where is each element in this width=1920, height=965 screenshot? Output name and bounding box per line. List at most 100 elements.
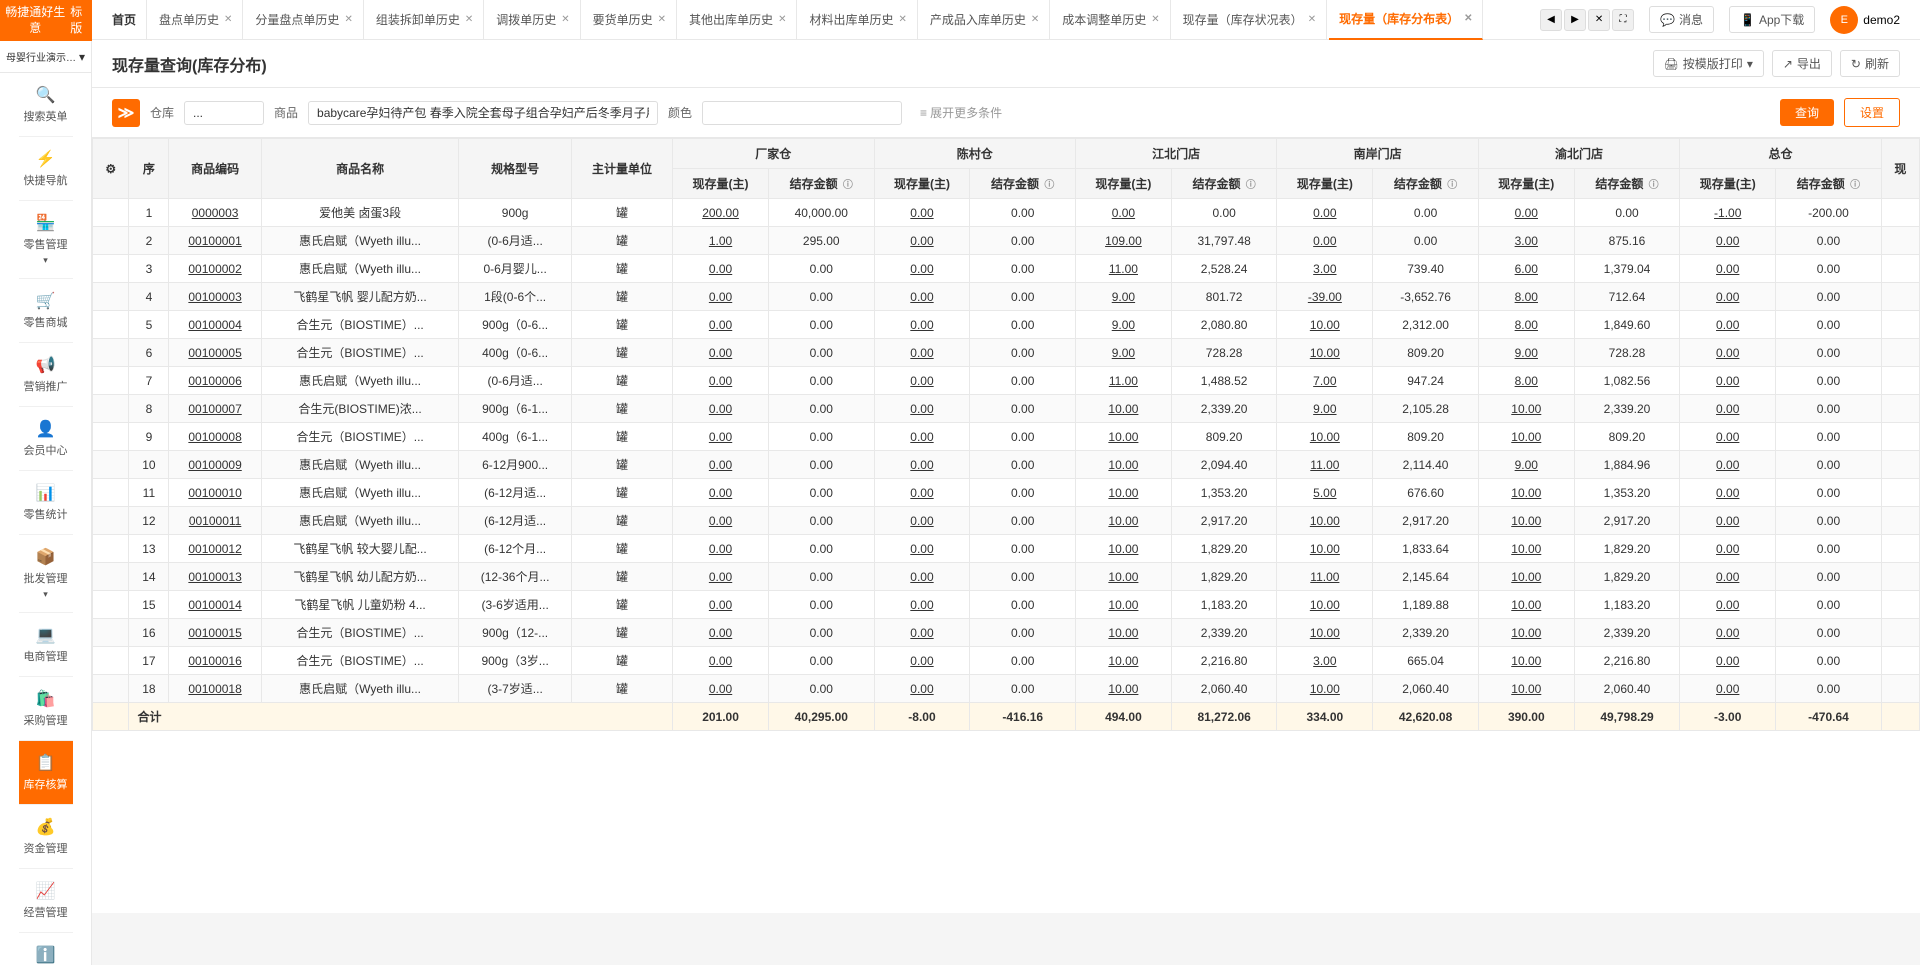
data-table: ⚙ 序 商品编码 商品名称 规格型号 主计量单位 厂家仓 陈村仓 江北门店 南岸…	[92, 138, 1920, 731]
close-tab-4-icon[interactable]: ✕	[561, 14, 569, 25]
yb-amt-header: 结存金额 ⓘ	[1574, 169, 1680, 199]
warehouse-zc-header: 总仓	[1680, 139, 1881, 169]
warehouse-yb-header: 渝北门店	[1478, 139, 1679, 169]
jb-amt-header: 结存金额 ⓘ	[1171, 169, 1277, 199]
close-tab-1-icon[interactable]: ✕	[224, 14, 232, 25]
sidebar-item-资金管理[interactable]: 💰资金管理	[19, 805, 73, 869]
query-btn[interactable]: 查询	[1780, 99, 1834, 126]
nav-tab-2[interactable]: 分量盘点单历史✕	[245, 0, 363, 40]
nav-tab-7[interactable]: 材料出库单历史✕	[799, 0, 917, 40]
nav-tab-0[interactable]: 首页	[102, 0, 147, 40]
nav-tab-6[interactable]: 其他出库单历史✕	[679, 0, 797, 40]
refresh-icon: ↻	[1851, 57, 1861, 71]
warehouse-jb-header: 江北门店	[1075, 139, 1276, 169]
close-tab-10-icon[interactable]: ✕	[1308, 14, 1316, 25]
sidebar-logo: 畅捷通好生意 标版	[0, 0, 92, 41]
sidebar-item-快捷导航[interactable]: ⚡快捷导航	[19, 137, 73, 201]
table-row: 17 00100016 合生元（BIOSTIME）... 900g（3岁... …	[93, 647, 1920, 675]
sidebar-item-经营管理[interactable]: 📈经营管理	[19, 869, 73, 933]
sidebar-item-采购管理[interactable]: 🛍️采购管理	[19, 677, 73, 741]
col-unit-header: 主计量单位	[571, 139, 672, 199]
table-row: 15 00100014 飞鹤星飞帆 儿童奶粉 4... (3-6岁适用... 罐…	[93, 591, 1920, 619]
nav-close-all[interactable]: ✕	[1588, 9, 1610, 31]
close-tab-3-icon[interactable]: ✕	[465, 14, 473, 25]
table-row: 1 0000003 爱他美 卤蛋3段 900g 罐 200.00 40,000.…	[93, 199, 1920, 227]
page-actions: 🖨 按模版打印 ▾ ↗ 导出 ↻ 刷新	[1653, 50, 1900, 77]
sidebar: 畅捷通好生意 标版 母婴行业演示陈套 ▾ 🔍搜索英单⚡快捷导航🏪零售管理🛒零售商…	[0, 0, 92, 965]
table-row: 18 00100018 惠氏启赋（Wyeth illu... (3-7岁适...…	[93, 675, 1920, 703]
expand-icon: ≡	[920, 106, 927, 120]
table-row: 11 00100010 惠氏启赋（Wyeth illu... (6-12月适..…	[93, 479, 1920, 507]
nav-next[interactable]: ▶	[1564, 9, 1586, 31]
nav-arrows: ◀ ▶ ✕ ⛶	[1540, 9, 1634, 31]
close-tab-7-icon[interactable]: ✕	[898, 14, 906, 25]
avatar: E	[1830, 6, 1858, 34]
close-tab-6-icon[interactable]: ✕	[778, 14, 786, 25]
sidebar-item-库存核算[interactable]: 📋库存核算	[19, 741, 73, 805]
page-header: 现存量查询(库存分布) 🖨 按模版打印 ▾ ↗ 导出 ↻ 刷新	[92, 40, 1920, 88]
message-btn[interactable]: 💬 消息	[1649, 6, 1714, 33]
refresh-btn[interactable]: ↻ 刷新	[1840, 50, 1900, 77]
nav-tab-9[interactable]: 成本调整单历史✕	[1052, 0, 1170, 40]
col-no-header: 序	[129, 139, 169, 199]
settings-gear[interactable]: ⚙	[93, 139, 129, 199]
table-row: 2 00100001 惠氏启赋（Wyeth illu... (0-6月适... …	[93, 227, 1920, 255]
nav-tab-8[interactable]: 产成品入库单历史✕	[920, 0, 1050, 40]
print-btn[interactable]: 🖨 按模版打印 ▾	[1653, 50, 1764, 77]
close-tab-5-icon[interactable]: ✕	[658, 14, 666, 25]
company-selector[interactable]: 母婴行业演示陈套 ▾	[0, 41, 91, 73]
sidebar-item-基础信息[interactable]: ℹ️基础信息	[19, 933, 73, 965]
filter-area: ≫ 仓库 商品 颜色 ≡ 展开更多条件 查询 设置	[92, 88, 1920, 138]
setting-btn[interactable]: 设置	[1844, 98, 1900, 127]
col-name-header: 商品名称	[261, 139, 459, 199]
close-tab-8-icon[interactable]: ✕	[1031, 14, 1039, 25]
zc-amt-header: 结存金额 ⓘ	[1776, 169, 1882, 199]
sidebar-item-零售管理[interactable]: 🏪零售管理	[19, 201, 73, 279]
nav-tab-1[interactable]: 盘点单历史✕	[149, 0, 243, 40]
export-btn[interactable]: ↗ 导出	[1772, 50, 1832, 77]
table-row: 9 00100008 合生元（BIOSTIME）... 400g（6-1... …	[93, 423, 1920, 451]
sidebar-item-电商管理[interactable]: 💻电商管理	[19, 613, 73, 677]
sidebar-item-会员中心[interactable]: 👤会员中心	[19, 407, 73, 471]
nav-tab-4[interactable]: 调拨单历史✕	[486, 0, 580, 40]
close-tab-9-icon[interactable]: ✕	[1151, 14, 1159, 25]
jb-qty-header: 现存量(主)	[1075, 169, 1171, 199]
message-icon: 💬	[1660, 13, 1675, 27]
table-row: 7 00100006 惠氏启赋（Wyeth illu... (0-6月适... …	[93, 367, 1920, 395]
expand-conditions-btn[interactable]: ≡ 展开更多条件	[912, 100, 1010, 125]
nav-expand[interactable]: ⛶	[1612, 9, 1634, 31]
sidebar-item-批发管理[interactable]: 📦批发管理	[19, 535, 73, 613]
product-input[interactable]	[308, 101, 658, 125]
page-title: 现存量查询(库存分布)	[112, 52, 267, 76]
summary-row: 合计 201.00 40,295.00 -8.00 -416.16 494.00…	[93, 703, 1920, 731]
close-tab-2-icon[interactable]: ✕	[344, 14, 352, 25]
nav-tab-10[interactable]: 现存量（库存状况表）✕	[1173, 0, 1327, 40]
nav-tabs: 首页盘点单历史✕分量盘点单历史✕组装拆卸单历史✕调拨单历史✕要货单历史✕其他出库…	[102, 0, 1540, 40]
sidebar-item-营销推广[interactable]: 📢营销推广	[19, 343, 73, 407]
close-tab-11-icon[interactable]: ✕	[1464, 13, 1472, 24]
nav-tab-11[interactable]: 现存量（库存分布表）✕	[1329, 0, 1483, 40]
nav-tab-3[interactable]: 组装拆卸单历史✕	[366, 0, 484, 40]
nav-prev[interactable]: ◀	[1540, 9, 1562, 31]
warehouse-cc-header: 陈村仓	[874, 139, 1075, 169]
table-wrapper: ⚙ 序 商品编码 商品名称 规格型号 主计量单位 厂家仓 陈村仓 江北门店 南岸…	[92, 138, 1920, 913]
sidebar-item-零售商城[interactable]: 🛒零售商城	[19, 279, 73, 343]
table-row: 12 00100011 惠氏启赋（Wyeth illu... (6-12月适..…	[93, 507, 1920, 535]
color-input[interactable]	[702, 101, 902, 125]
nav-tab-5[interactable]: 要货单历史✕	[583, 0, 677, 40]
toggle-filter-btn[interactable]: ≫	[112, 99, 140, 127]
table-row: 16 00100015 合生元（BIOSTIME）... 900g（12-...…	[93, 619, 1920, 647]
table-row: 10 00100009 惠氏启赋（Wyeth illu... 6-12月900.…	[93, 451, 1920, 479]
warehouse-cj-header: 厂家仓	[673, 139, 874, 169]
print-icon: 🖨	[1664, 57, 1679, 71]
top-nav-right: ◀ ▶ ✕ ⛶ 💬 消息 📱 App下载 E demo2	[1540, 6, 1910, 34]
warehouse-input[interactable]	[184, 101, 264, 125]
cc-qty-header: 现存量(主)	[874, 169, 970, 199]
app-download-btn[interactable]: 📱 App下载	[1729, 6, 1815, 33]
table-row: 5 00100004 合生元（BIOSTIME）... 900g（0-6... …	[93, 311, 1920, 339]
sidebar-nav: 🔍搜索英单⚡快捷导航🏪零售管理🛒零售商城📢营销推广👤会员中心📊零售统计📦批发管理…	[19, 73, 73, 965]
na-qty-header: 现存量(主)	[1277, 169, 1373, 199]
user-area[interactable]: E demo2	[1830, 6, 1900, 34]
sidebar-item-零售统计[interactable]: 📊零售统计	[19, 471, 73, 535]
sidebar-item-搜索英单[interactable]: 🔍搜索英单	[19, 73, 73, 137]
